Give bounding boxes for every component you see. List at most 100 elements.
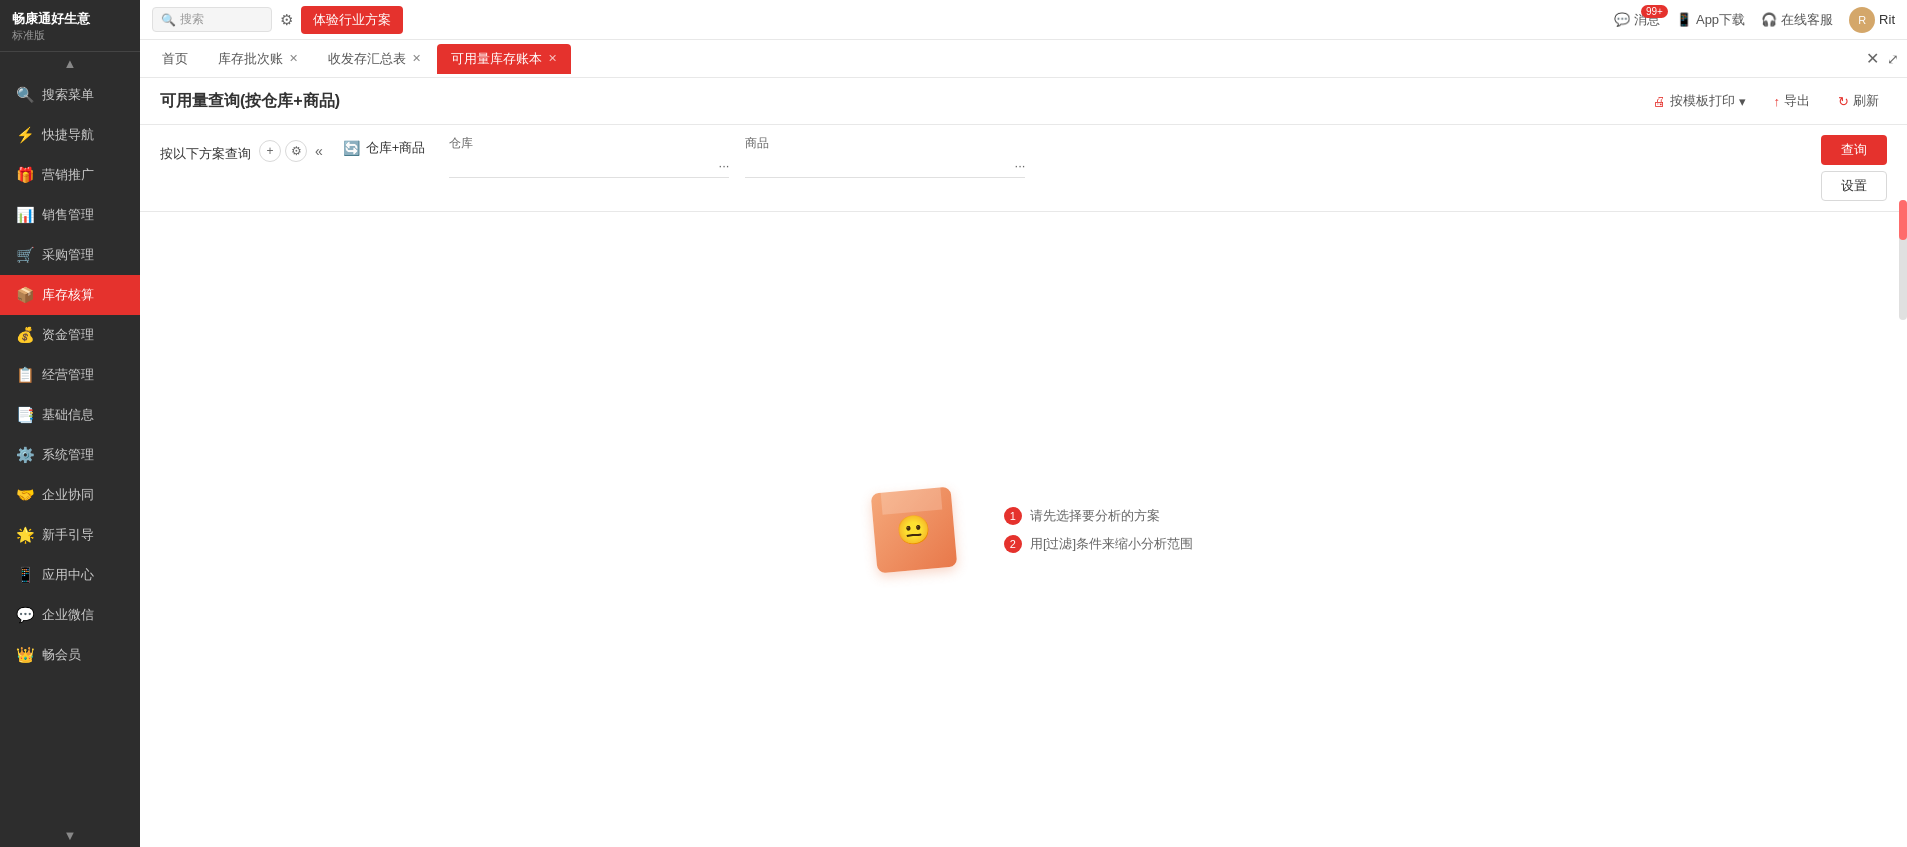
sidebar-item-label: 采购管理 xyxy=(42,246,94,264)
refresh-button[interactable]: ↻ 刷新 xyxy=(1830,88,1887,114)
topbar-search-box[interactable]: 🔍 搜索 xyxy=(152,7,272,32)
right-scrollbar[interactable] xyxy=(1899,200,1907,320)
sidebar-item-purchase[interactable]: 🛒 采购管理 xyxy=(0,235,140,275)
empty-box-face-icon: 😐 xyxy=(895,512,933,548)
page-header: 可用量查询(按仓库+商品) 🖨 按模板打印 ▾ ↑ 导出 ↻ 刷新 xyxy=(140,78,1907,125)
app-download-icon: 📱 xyxy=(1676,12,1692,27)
sidebar-item-label: 快捷导航 xyxy=(42,126,94,144)
settings-button[interactable]: 设置 xyxy=(1821,171,1887,201)
tab-receipt_summary[interactable]: 收发存汇总表 ✕ xyxy=(314,44,435,74)
customer-service-button[interactable]: 🎧 在线客服 xyxy=(1761,11,1833,29)
sidebar-item-label: 应用中心 xyxy=(42,566,94,584)
sidebar-item-finance[interactable]: 💰 资金管理 xyxy=(0,315,140,355)
headset-icon: 🎧 xyxy=(1761,12,1777,27)
export-label: 导出 xyxy=(1784,92,1810,110)
tab-close-icon[interactable]: ✕ xyxy=(548,52,557,65)
app-download-label: App下载 xyxy=(1696,11,1745,29)
sidebar-item-system[interactable]: ⚙️ 系统管理 xyxy=(0,435,140,475)
export-button[interactable]: ↑ 导出 xyxy=(1766,88,1819,114)
warehouse-input[interactable] xyxy=(449,158,712,173)
query-button[interactable]: 查询 xyxy=(1821,135,1887,165)
sidebar-item-shortcut[interactable]: ⚡ 快捷导航 xyxy=(0,115,140,155)
sidebar-item-label: 销售管理 xyxy=(42,206,94,224)
search-icon: 🔍 xyxy=(16,86,34,104)
sidebar-item-basic[interactable]: 📑 基础信息 xyxy=(0,395,140,435)
print-icon: 🖨 xyxy=(1653,94,1666,109)
filter-scheme-list: 🔄 仓库+商品 xyxy=(335,135,434,161)
filter-add-button[interactable]: + xyxy=(259,140,281,162)
tab-expand-button[interactable]: ⤢ xyxy=(1887,51,1899,67)
tab-batch_account[interactable]: 库存批次账 ✕ xyxy=(204,44,312,74)
scheme-label: 仓库+商品 xyxy=(366,139,426,157)
step-2-circle: 2 xyxy=(1004,535,1022,553)
sidebar-item-label: 企业微信 xyxy=(42,606,94,624)
step-1-circle: 1 xyxy=(1004,507,1022,525)
scheme-icon: 🔄 xyxy=(343,140,360,156)
tabbar: 首页库存批次账 ✕ 收发存汇总表 ✕ 可用量库存账本 ✕ ✕ ⤢ xyxy=(140,40,1907,78)
page-title: 可用量查询(按仓库+商品) xyxy=(160,91,340,112)
product-more-button[interactable]: ··· xyxy=(1015,158,1026,173)
finance-icon: 💰 xyxy=(16,326,34,344)
empty-step-1: 1 请先选择要分析的方案 xyxy=(1004,507,1193,525)
tab-label: 库存批次账 xyxy=(218,50,283,68)
filter-left: 按以下方案查询 + ⚙ « 🔄 仓库+商品 xyxy=(160,135,433,173)
filter-right-actions: 查询 设置 xyxy=(1821,135,1887,201)
warehouse-more-button[interactable]: ··· xyxy=(719,158,730,173)
empty-box-graphic: 😐 xyxy=(871,486,958,573)
app-download-button[interactable]: 📱 App下载 xyxy=(1676,11,1745,29)
filter-collapse-button[interactable]: « xyxy=(311,139,327,163)
topbar: 🔍 搜索 ⚙ 体验行业方案 💬 消息 99+ 📱 App下载 🎧 在线客服 R … xyxy=(140,0,1907,40)
user-menu-button[interactable]: R Rit xyxy=(1849,7,1895,33)
product-input-container: ··· xyxy=(745,154,1025,178)
tab-available_stock[interactable]: 可用量库存账本 ✕ xyxy=(437,44,571,74)
tab-close-icon[interactable]: ✕ xyxy=(412,52,421,65)
sidebar-scroll-up[interactable]: ▲ xyxy=(0,52,140,75)
tab-label: 可用量库存账本 xyxy=(451,50,542,68)
sidebar-item-label: 库存核算 xyxy=(42,286,94,304)
warehouse-field-label: 仓库 xyxy=(449,135,729,152)
filter-area: 按以下方案查询 + ⚙ « 🔄 仓库+商品 仓库 ··· xyxy=(140,125,1907,212)
industry-solution-button[interactable]: 体验行业方案 xyxy=(301,6,403,34)
sidebar-item-guide[interactable]: 🌟 新手引导 xyxy=(0,515,140,555)
sidebar-item-app_center[interactable]: 📱 应用中心 xyxy=(0,555,140,595)
sidebar-item-wechat[interactable]: 💬 企业微信 xyxy=(0,595,140,635)
sidebar-item-label: 经营管理 xyxy=(42,366,94,384)
sidebar-item-member[interactable]: 👑 畅会员 xyxy=(0,635,140,675)
topbar-right: 💬 消息 99+ 📱 App下载 🎧 在线客服 R Rit xyxy=(1614,7,1895,33)
tab-home[interactable]: 首页 xyxy=(148,44,202,74)
product-input[interactable] xyxy=(745,158,1008,173)
sidebar-scroll-down[interactable]: ▼ xyxy=(0,824,140,847)
guide-icon: 🌟 xyxy=(16,526,34,544)
content-area: 😐 1 请先选择要分析的方案 2 用[过滤]条件来缩小分析范围 xyxy=(140,212,1907,847)
print-button[interactable]: 🖨 按模板打印 ▾ xyxy=(1645,88,1754,114)
print-dropdown-icon[interactable]: ▾ xyxy=(1739,94,1746,109)
print-label: 按模板打印 xyxy=(1670,92,1735,110)
app_center-icon: 📱 xyxy=(16,566,34,584)
sidebar-item-search[interactable]: 🔍 搜索菜单 xyxy=(0,75,140,115)
warehouse-input-container: ··· xyxy=(449,154,729,178)
message-button[interactable]: 💬 消息 99+ xyxy=(1614,11,1660,29)
sidebar-item-inventory[interactable]: 📦 库存核算 xyxy=(0,275,140,315)
tab-close-all-button[interactable]: ✕ xyxy=(1866,49,1879,68)
step-2-text: 用[过滤]条件来缩小分析范围 xyxy=(1030,535,1193,553)
sidebar-item-marketing[interactable]: 🎁 营销推广 xyxy=(0,155,140,195)
step-1-text: 请先选择要分析的方案 xyxy=(1030,507,1160,525)
product-field-label: 商品 xyxy=(745,135,1025,152)
tab-label: 收发存汇总表 xyxy=(328,50,406,68)
sidebar-item-operation[interactable]: 📋 经营管理 xyxy=(0,355,140,395)
refresh-label: 刷新 xyxy=(1853,92,1879,110)
filter-settings-button[interactable]: ⚙ xyxy=(285,140,307,162)
sidebar-item-sales[interactable]: 📊 销售管理 xyxy=(0,195,140,235)
filter-fields: 仓库 ··· 商品 ··· xyxy=(433,135,1821,178)
operation-icon: 📋 xyxy=(16,366,34,384)
topbar-gear-icon[interactable]: ⚙ xyxy=(280,11,293,29)
member-icon: 👑 xyxy=(16,646,34,664)
avatar: R xyxy=(1849,7,1875,33)
refresh-icon: ↻ xyxy=(1838,94,1849,109)
tab-close-icon[interactable]: ✕ xyxy=(289,52,298,65)
scheme-warehouse-product[interactable]: 🔄 仓库+商品 xyxy=(335,135,434,161)
search-placeholder: 搜索 xyxy=(180,11,204,28)
sidebar-item-enterprise[interactable]: 🤝 企业协同 xyxy=(0,475,140,515)
user-name: Rit xyxy=(1879,12,1895,27)
tabbar-right: ✕ ⤢ xyxy=(1866,49,1899,68)
